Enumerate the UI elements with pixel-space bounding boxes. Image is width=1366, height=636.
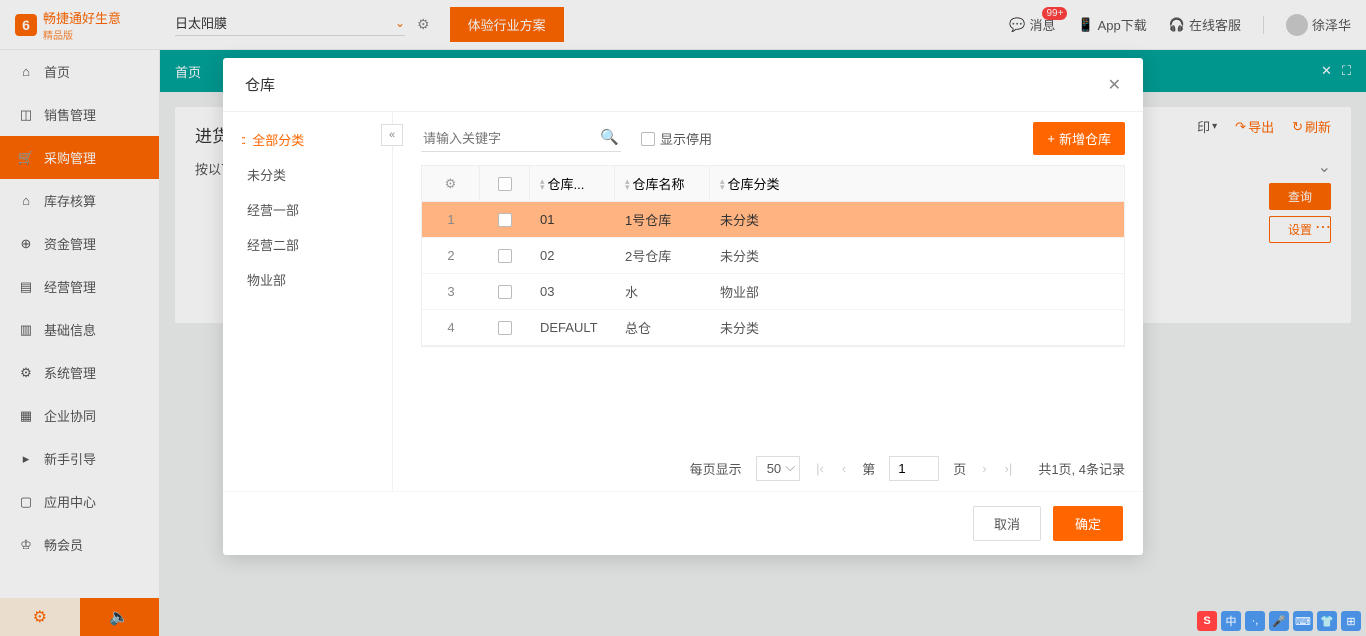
modal-footer: 取消 确定	[223, 491, 1143, 555]
row-name: 总仓	[615, 310, 710, 345]
row-checkbox[interactable]	[480, 202, 530, 237]
warehouse-table: ⚙ ▴▾仓库... ▴▾仓库名称 ▴▾仓库分类 1011号仓库未分类2022号仓…	[421, 165, 1125, 347]
header-checkbox[interactable]	[480, 166, 530, 201]
modal-toolbar: 🔍 显示停用 + 新增仓库	[421, 122, 1125, 155]
row-code: 01	[530, 202, 615, 237]
page-next-icon[interactable]: ›	[980, 461, 988, 476]
warehouse-modal: 仓库 ✕ « 全部分类 未分类经营一部经营二部物业部 🔍 显示停用	[223, 58, 1143, 555]
ime-punct-icon[interactable]: ·,	[1245, 611, 1265, 631]
checkbox-icon	[498, 285, 512, 299]
page-summary: 共1页, 4条记录	[1038, 459, 1125, 478]
modal-main: 🔍 显示停用 + 新增仓库 ⚙ ▴▾仓库...	[393, 112, 1143, 491]
row-code: 03	[530, 274, 615, 309]
table-row[interactable]: 2 022号仓库未分类	[422, 238, 1124, 274]
show-disabled-checkbox[interactable]: 显示停用	[641, 129, 712, 148]
sort-icon: ▴▾	[720, 178, 725, 190]
per-page-label: 每页显示	[690, 459, 742, 478]
modal-header: 仓库 ✕	[223, 58, 1143, 111]
per-page-select[interactable]: 50	[756, 456, 800, 481]
row-code: DEFAULT	[530, 310, 615, 345]
page-first-icon[interactable]: |‹	[814, 461, 826, 476]
table-row[interactable]: 1 011号仓库未分类	[422, 202, 1124, 238]
category-sidebar: 全部分类 未分类经营一部经营二部物业部	[223, 112, 393, 491]
ime-sogou-icon[interactable]: S	[1197, 611, 1217, 631]
ime-skin-icon[interactable]: 👕	[1317, 611, 1337, 631]
search-input[interactable]	[421, 126, 621, 152]
checkbox-icon	[641, 132, 655, 146]
table-row[interactable]: 4 DEFAULT总仓未分类	[422, 310, 1124, 346]
row-category: 物业部	[710, 274, 1124, 309]
ime-mic-icon[interactable]: 🎤	[1269, 611, 1289, 631]
sidebar-collapse-icon[interactable]: «	[381, 124, 403, 146]
gear-icon: ⚙	[445, 176, 457, 192]
header-code[interactable]: ▴▾仓库...	[530, 166, 615, 201]
row-code: 02	[530, 238, 615, 273]
close-icon[interactable]: ✕	[1108, 75, 1121, 95]
category-item-0[interactable]: 未分类	[223, 157, 392, 192]
category-item-2[interactable]: 经营二部	[223, 227, 392, 262]
checkbox-icon	[498, 213, 512, 227]
page-input[interactable]	[889, 456, 939, 481]
ime-cn-icon[interactable]: 中	[1221, 611, 1241, 631]
search-icon[interactable]: 🔍	[600, 128, 619, 146]
header-settings[interactable]: ⚙	[422, 166, 480, 201]
sort-icon: ▴▾	[625, 178, 630, 190]
modal-body: « 全部分类 未分类经营一部经营二部物业部 🔍 显示停用 +	[223, 111, 1143, 491]
row-name: 2号仓库	[615, 238, 710, 273]
row-checkbox[interactable]	[480, 238, 530, 273]
page-prev-icon[interactable]: ‹	[840, 461, 848, 476]
row-checkbox[interactable]	[480, 310, 530, 345]
row-category: 未分类	[710, 202, 1124, 237]
ime-keyboard-icon[interactable]: ⌨	[1293, 611, 1313, 631]
add-warehouse-button[interactable]: + 新增仓库	[1033, 122, 1125, 155]
header-category[interactable]: ▴▾仓库分类	[710, 166, 1124, 201]
row-category: 未分类	[710, 238, 1124, 273]
row-index: 2	[422, 238, 480, 273]
confirm-button[interactable]: 确定	[1053, 506, 1123, 541]
checkbox-icon	[498, 177, 512, 191]
checkbox-icon	[498, 249, 512, 263]
cancel-button[interactable]: 取消	[973, 506, 1041, 541]
row-checkbox[interactable]	[480, 274, 530, 309]
row-category: 未分类	[710, 310, 1124, 345]
table-header: ⚙ ▴▾仓库... ▴▾仓库名称 ▴▾仓库分类	[422, 166, 1124, 202]
category-all[interactable]: 全部分类	[223, 122, 392, 157]
row-index: 4	[422, 310, 480, 345]
plus-icon: +	[1047, 131, 1055, 146]
modal-overlay: 仓库 ✕ « 全部分类 未分类经营一部经营二部物业部 🔍 显示停用	[0, 0, 1366, 636]
category-item-3[interactable]: 物业部	[223, 262, 392, 297]
row-index: 3	[422, 274, 480, 309]
sort-icon: ▴▾	[540, 178, 545, 190]
page-last-icon[interactable]: ›|	[1003, 461, 1015, 476]
pagination: 每页显示 50 |‹ ‹ 第 页 › ›| 共1页, 4条记录	[421, 438, 1125, 481]
row-name: 水	[615, 274, 710, 309]
category-item-1[interactable]: 经营一部	[223, 192, 392, 227]
table-row[interactable]: 3 03水物业部	[422, 274, 1124, 310]
checkbox-icon	[498, 321, 512, 335]
header-name[interactable]: ▴▾仓库名称	[615, 166, 710, 201]
ime-toolbox-icon[interactable]: ⊞	[1341, 611, 1361, 631]
ime-toolbar: S 中 ·, 🎤 ⌨ 👕 ⊞	[1197, 611, 1361, 631]
modal-title: 仓库	[245, 74, 275, 95]
row-name: 1号仓库	[615, 202, 710, 237]
search-box: 🔍	[421, 126, 621, 152]
row-index: 1	[422, 202, 480, 237]
